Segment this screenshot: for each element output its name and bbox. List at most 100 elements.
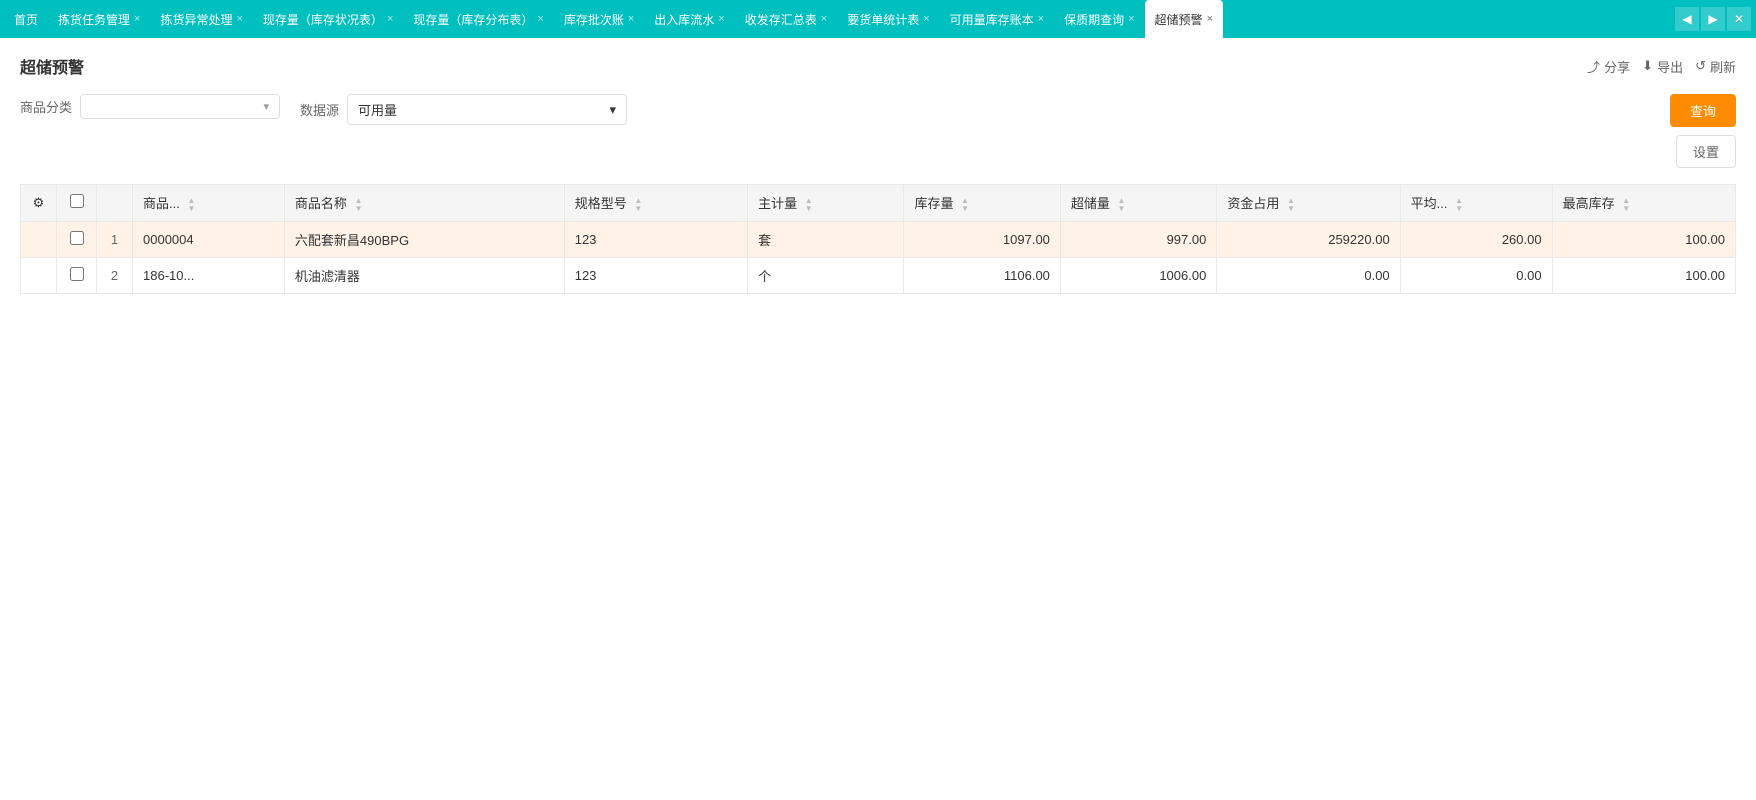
- close-tab-receive-summary[interactable]: ×: [821, 13, 827, 25]
- row-unit-1: 个: [748, 257, 904, 293]
- nav-tab-overstock-warning[interactable]: 超储预警 ×: [1145, 0, 1223, 38]
- close-tab-inventory-status[interactable]: ×: [387, 13, 393, 25]
- close-tab-in-out-flow[interactable]: ×: [718, 13, 724, 25]
- share-action[interactable]: ⤴ 分享: [1587, 57, 1630, 76]
- page-header: 超储预警 ⤴ 分享 ⬇ 导出 ↺ 刷新: [20, 54, 1736, 78]
- nav-tab-receive-summary[interactable]: 收发存汇总表 ×: [735, 0, 837, 38]
- close-tab-inventory-dist[interactable]: ×: [537, 13, 543, 25]
- sort-unit-icon: ▲▼: [805, 197, 813, 213]
- row-checkbox-0[interactable]: [70, 231, 84, 245]
- export-action[interactable]: ⬇ 导出: [1642, 57, 1683, 76]
- nav-tab-home[interactable]: 首页: [4, 0, 48, 38]
- nav-tab-task-mgmt[interactable]: 拣货任务管理 ×: [48, 0, 150, 38]
- top-nav-bar: 首页 拣货任务管理 × 拣货异常处理 × 现存量（库存状况表） × 现存量（库存…: [0, 0, 1756, 38]
- datasource-select[interactable]: 可用量 ▾: [347, 94, 627, 125]
- column-gear[interactable]: ⚙: [21, 185, 57, 222]
- query-button[interactable]: 查询: [1670, 94, 1736, 127]
- sort-inventory-icon: ▲▼: [961, 197, 969, 213]
- table-row: 2 186-10... 机油滤清器 123 个 1106.00 1006.00 …: [21, 257, 1736, 293]
- nav-tab-in-out-flow[interactable]: 出入库流水 ×: [644, 0, 734, 38]
- row-spec-0: 123: [564, 221, 747, 257]
- page-title: 超储预警: [20, 54, 84, 78]
- datasource-label: 数据源: [300, 100, 339, 119]
- row-inventory-1: 1106.00: [904, 257, 1060, 293]
- nav-prev-button[interactable]: ◀: [1675, 7, 1699, 31]
- table-header-row: ⚙ 商品... ▲▼ 商品名称 ▲▼ 规格型号 ▲▼: [21, 185, 1736, 222]
- share-label: 分享: [1604, 57, 1630, 76]
- category-select[interactable]: ▾: [80, 94, 280, 119]
- row-checkbox-cell-0[interactable]: [57, 221, 97, 257]
- sort-capital-icon: ▲▼: [1287, 197, 1295, 213]
- share-icon: ⤴: [1587, 57, 1600, 76]
- settings-button[interactable]: 设置: [1676, 135, 1736, 168]
- nav-tab-abnormal[interactable]: 拣货异常处理 ×: [150, 0, 252, 38]
- category-chevron-icon: ▾: [263, 100, 269, 113]
- column-capital-header[interactable]: 资金占用 ▲▼: [1217, 185, 1400, 222]
- sort-product-code-icon: ▲▼: [187, 197, 195, 213]
- row-gear-0: [21, 221, 57, 257]
- column-max-inventory-header[interactable]: 最高库存 ▲▼: [1552, 185, 1735, 222]
- category-label: 商品分类: [20, 97, 72, 116]
- row-checkbox-1[interactable]: [70, 267, 84, 281]
- row-gear-1: [21, 257, 57, 293]
- nav-tab-order-stats[interactable]: 要货单统计表 ×: [837, 0, 939, 38]
- export-label: 导出: [1657, 57, 1683, 76]
- export-icon: ⬇: [1642, 58, 1653, 74]
- column-unit-header[interactable]: 主计量 ▲▼: [748, 185, 904, 222]
- row-product-name-0: 六配套新昌490BPG: [284, 221, 564, 257]
- close-tab-order-stats[interactable]: ×: [923, 13, 929, 25]
- refresh-action[interactable]: ↺ 刷新: [1695, 57, 1736, 76]
- row-unit-0: 套: [748, 221, 904, 257]
- column-avg-price-header[interactable]: 平均... ▲▼: [1400, 185, 1552, 222]
- nav-tab-inventory-batch[interactable]: 库存批次账 ×: [554, 0, 644, 38]
- column-row-num-header: [97, 185, 133, 222]
- nav-tab-quality-check[interactable]: 保质期查询 ×: [1054, 0, 1144, 38]
- close-tab-available-inventory[interactable]: ×: [1038, 13, 1044, 25]
- row-max-inventory-1: 100.00: [1552, 257, 1735, 293]
- data-table: ⚙ 商品... ▲▼ 商品名称 ▲▼ 规格型号 ▲▼: [20, 184, 1736, 294]
- select-all-checkbox[interactable]: [70, 194, 84, 208]
- filter-buttons: 查询 设置: [1670, 94, 1736, 168]
- sort-spec-icon: ▲▼: [634, 197, 642, 213]
- row-checkbox-cell-1[interactable]: [57, 257, 97, 293]
- refresh-icon: ↺: [1695, 58, 1706, 74]
- table-body: 1 0000004 六配套新昌490BPG 123 套 1097.00 997.…: [21, 221, 1736, 293]
- row-inventory-0: 1097.00: [904, 221, 1060, 257]
- close-tab-inventory-batch[interactable]: ×: [628, 13, 634, 25]
- column-overstock-header[interactable]: 超储量 ▲▼: [1060, 185, 1216, 222]
- row-product-name-1: 机油滤清器: [284, 257, 564, 293]
- close-tab-quality-check[interactable]: ×: [1128, 13, 1134, 25]
- row-avg-price-0: 260.00: [1400, 221, 1552, 257]
- row-avg-price-1: 0.00: [1400, 257, 1552, 293]
- close-tab-abnormal[interactable]: ×: [236, 13, 242, 25]
- table-row: 1 0000004 六配套新昌490BPG 123 套 1097.00 997.…: [21, 221, 1736, 257]
- nav-close-all-button[interactable]: ✕: [1727, 7, 1751, 31]
- column-product-name-header[interactable]: 商品名称 ▲▼: [284, 185, 564, 222]
- row-product-code-1: 186-10...: [133, 257, 285, 293]
- refresh-label: 刷新: [1710, 57, 1736, 76]
- row-overstock-0: 997.00: [1060, 221, 1216, 257]
- close-tab-overstock-warning[interactable]: ×: [1207, 13, 1213, 25]
- row-num-1: 2: [97, 257, 133, 293]
- row-overstock-1: 1006.00: [1060, 257, 1216, 293]
- gear-icon: ⚙: [33, 195, 45, 210]
- close-tab-task-mgmt[interactable]: ×: [134, 13, 140, 25]
- category-filter: 商品分类 ▾: [20, 94, 280, 119]
- datasource-select-value: 可用量: [358, 100, 397, 119]
- main-content: 超储预警 ⤴ 分享 ⬇ 导出 ↺ 刷新 商品分类 ▾ 数据源: [0, 38, 1756, 800]
- column-product-code-header[interactable]: 商品... ▲▼: [133, 185, 285, 222]
- nav-tab-inventory-dist[interactable]: 现存量（库存分布表） ×: [403, 0, 553, 38]
- sort-product-name-icon: ▲▼: [355, 197, 363, 213]
- nav-tab-available-inventory[interactable]: 可用量库存账本 ×: [940, 0, 1054, 38]
- nav-tab-inventory-status[interactable]: 现存量（库存状况表） ×: [253, 0, 403, 38]
- column-checkbox-header[interactable]: [57, 185, 97, 222]
- column-spec-header[interactable]: 规格型号 ▲▼: [564, 185, 747, 222]
- datasource-chevron-icon: ▾: [610, 102, 617, 118]
- row-capital-1: 0.00: [1217, 257, 1400, 293]
- nav-arrows: ◀ ▶ ✕: [1674, 7, 1752, 31]
- datasource-filter: 数据源 可用量 ▾: [300, 94, 627, 125]
- column-inventory-header[interactable]: 库存量 ▲▼: [904, 185, 1060, 222]
- nav-next-button[interactable]: ▶: [1701, 7, 1725, 31]
- row-max-inventory-0: 100.00: [1552, 221, 1735, 257]
- row-num-0: 1: [97, 221, 133, 257]
